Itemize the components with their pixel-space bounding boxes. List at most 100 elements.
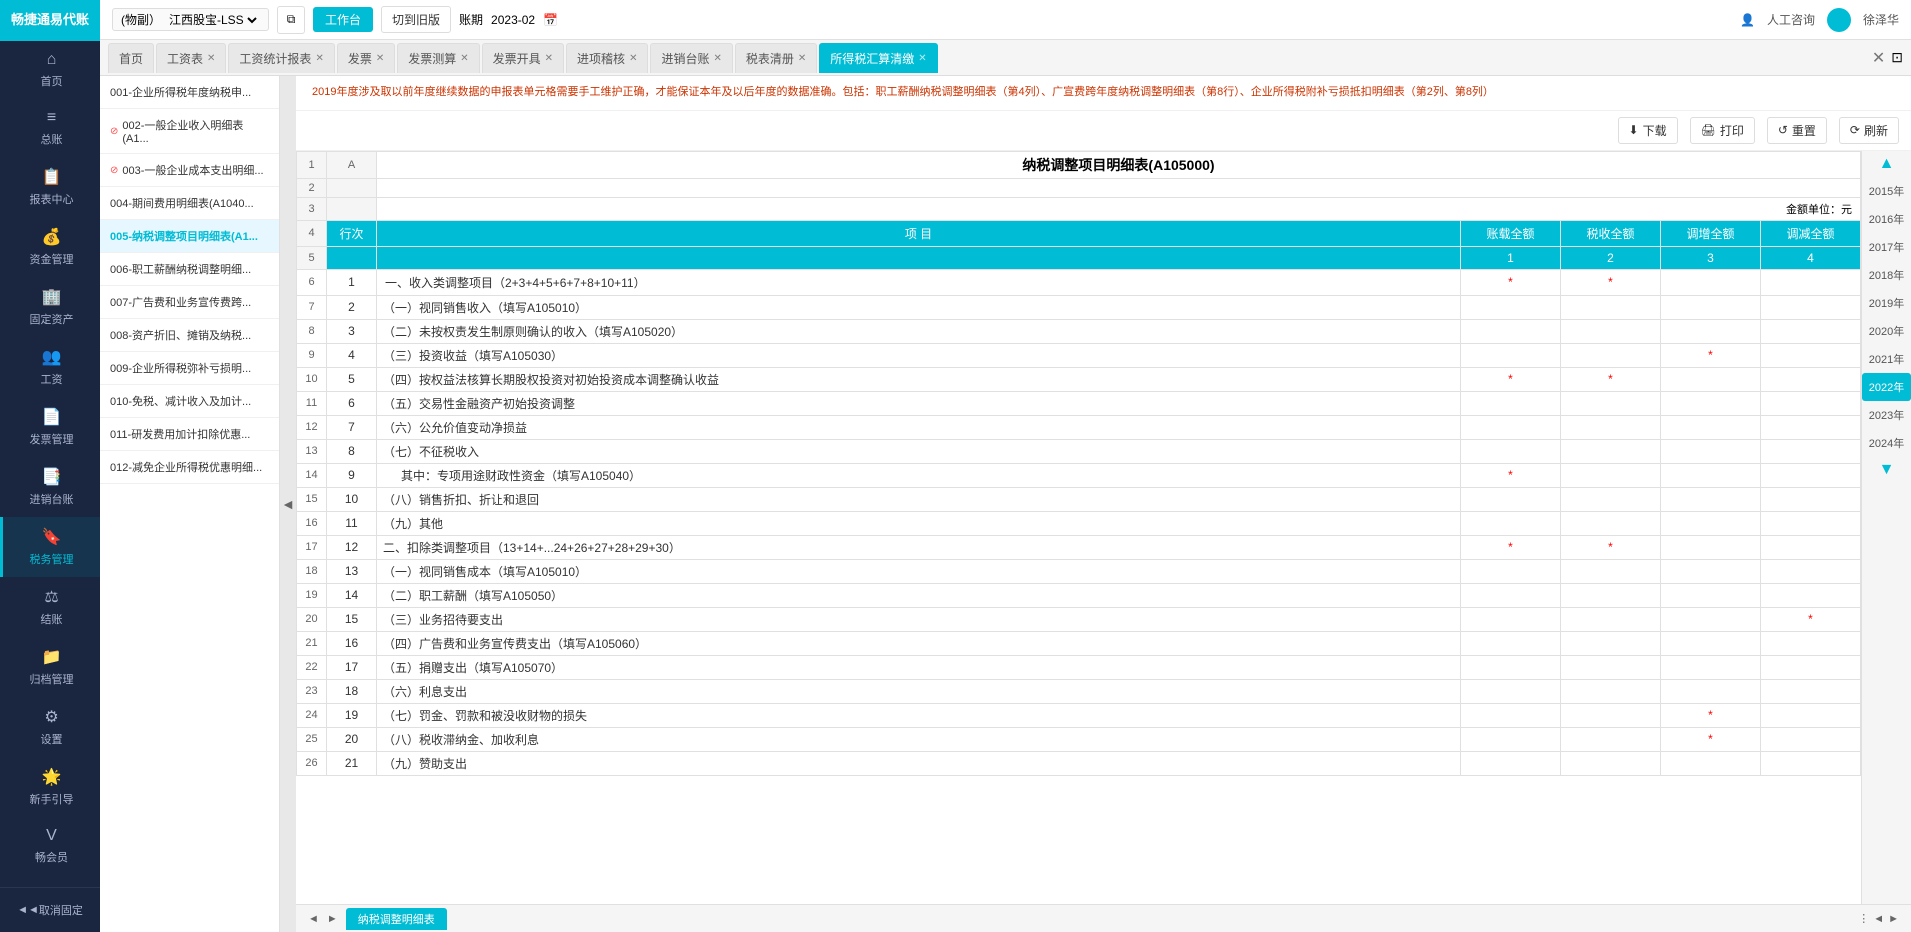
reduce-cell[interactable] — [1761, 391, 1861, 415]
sidebar-item-settings[interactable]: ⚙ 设置 — [0, 697, 100, 757]
book-cell[interactable] — [1461, 631, 1561, 655]
sidebar-item-archive[interactable]: 📁 归档管理 — [0, 637, 100, 697]
add-cell[interactable] — [1661, 269, 1761, 295]
nav-left-icon[interactable]: ◄ — [308, 913, 319, 925]
scroll-right-icon[interactable]: ► — [1888, 913, 1899, 925]
tab-invoice[interactable]: 发票 ✕ — [337, 43, 395, 73]
refresh-button[interactable]: ⟳ 刷新 — [1839, 117, 1899, 144]
book-cell[interactable]: * — [1461, 535, 1561, 559]
collapse-panel-button[interactable]: ◄ — [280, 76, 296, 932]
sidebar-item-tax[interactable]: 🔖 税务管理 — [0, 517, 100, 577]
reduce-cell[interactable] — [1761, 487, 1861, 511]
print-button[interactable]: 🖨 打印 — [1690, 117, 1755, 144]
tab-invoice-open[interactable]: 发票开具 ✕ — [482, 43, 564, 73]
item-cell[interactable]: （三）业务招待要支出 — [377, 607, 1461, 631]
download-button[interactable]: ⬇ 下载 — [1618, 117, 1678, 144]
add-cell[interactable] — [1661, 439, 1761, 463]
tax-cell[interactable] — [1561, 751, 1661, 775]
sidebar-item-home[interactable]: ⌂ 首页 — [0, 41, 100, 99]
reduce-cell[interactable] — [1761, 751, 1861, 775]
add-cell[interactable] — [1661, 463, 1761, 487]
item-cell[interactable]: （一）视同销售收入（填写A105010） — [377, 295, 1461, 319]
book-cell[interactable] — [1461, 583, 1561, 607]
add-cell[interactable] — [1661, 607, 1761, 631]
add-cell[interactable] — [1661, 367, 1761, 391]
tax-cell[interactable] — [1561, 343, 1661, 367]
item-cell[interactable]: （六）利息支出 — [377, 679, 1461, 703]
item-cell[interactable]: 二、扣除类调整项目（13+14+...24+26+27+28+29+30） — [377, 535, 1461, 559]
item-cell[interactable]: （八）销售折扣、折让和退回 — [377, 487, 1461, 511]
tab-input-audit[interactable]: 进项稽核 ✕ — [566, 43, 648, 73]
reduce-cell[interactable] — [1761, 415, 1861, 439]
add-cell[interactable] — [1661, 655, 1761, 679]
book-cell[interactable] — [1461, 439, 1561, 463]
tab-purchase-ledger[interactable]: 进销台账 ✕ — [650, 43, 732, 73]
tab-close-icon[interactable]: ✕ — [545, 53, 553, 64]
year-item-2018[interactable]: 2018年 — [1862, 261, 1911, 289]
add-cell[interactable] — [1661, 319, 1761, 343]
sidebar-item-asset[interactable]: 🏢 固定资产 — [0, 277, 100, 337]
year-scroll-down[interactable]: ▼ — [1862, 457, 1911, 483]
tax-cell[interactable] — [1561, 607, 1661, 631]
year-item-2015[interactable]: 2015年 — [1862, 177, 1911, 205]
tax-cell[interactable] — [1561, 415, 1661, 439]
close-all-tabs[interactable]: ✕ — [1872, 48, 1885, 68]
item-cell[interactable]: （八）税收滞纳金、加收利息 — [377, 727, 1461, 751]
add-cell[interactable] — [1661, 295, 1761, 319]
doc-item-011[interactable]: 011-研发费用加计扣除优惠... — [100, 418, 279, 451]
add-cell[interactable] — [1661, 391, 1761, 415]
sidebar-item-ledger[interactable]: ≡ 总账 — [0, 99, 100, 157]
scroll-left-icon[interactable]: ◄ — [1873, 913, 1884, 925]
tax-cell[interactable] — [1561, 439, 1661, 463]
doc-item-006[interactable]: 006-职工薪酬纳税调整明细... — [100, 253, 279, 286]
reduce-cell[interactable] — [1761, 295, 1861, 319]
tab-close-icon[interactable]: ✕ — [798, 53, 806, 64]
reduce-cell[interactable] — [1761, 559, 1861, 583]
book-cell[interactable] — [1461, 607, 1561, 631]
reduce-cell[interactable] — [1761, 727, 1861, 751]
item-cell[interactable]: （七）不征税收入 — [377, 439, 1461, 463]
tax-cell[interactable] — [1561, 727, 1661, 751]
item-cell[interactable]: （七）罚金、罚款和被没收财物的损失 — [377, 703, 1461, 727]
tax-cell[interactable] — [1561, 511, 1661, 535]
book-cell[interactable] — [1461, 559, 1561, 583]
tab-home[interactable]: 首页 — [108, 43, 154, 73]
add-cell[interactable] — [1661, 559, 1761, 583]
year-item-2022[interactable]: 2022年 — [1862, 373, 1911, 401]
sidebar-item-report[interactable]: 📋 报表中心 — [0, 157, 100, 217]
item-cell[interactable]: （二）职工薪酬（填写A105050） — [377, 583, 1461, 607]
book-cell[interactable] — [1461, 679, 1561, 703]
maximize-icon[interactable]: ⊡ — [1891, 49, 1903, 66]
add-cell[interactable]: * — [1661, 727, 1761, 751]
item-cell[interactable]: （四）广告费和业务宣传费支出（填写A105060） — [377, 631, 1461, 655]
tax-cell[interactable] — [1561, 583, 1661, 607]
book-cell[interactable] — [1461, 415, 1561, 439]
tax-cell[interactable] — [1561, 295, 1661, 319]
reduce-cell[interactable] — [1761, 583, 1861, 607]
tax-cell[interactable]: * — [1561, 535, 1661, 559]
tax-cell[interactable] — [1561, 631, 1661, 655]
item-cell[interactable]: （一）视同销售成本（填写A105010） — [377, 559, 1461, 583]
book-cell[interactable] — [1461, 751, 1561, 775]
reduce-cell[interactable] — [1761, 319, 1861, 343]
add-cell[interactable] — [1661, 535, 1761, 559]
book-cell[interactable] — [1461, 487, 1561, 511]
tab-close-icon[interactable]: ✕ — [460, 53, 468, 64]
add-cell[interactable]: * — [1661, 343, 1761, 367]
year-scroll-up[interactable]: ▲ — [1862, 151, 1911, 177]
sidebar-item-member[interactable]: V 畅会员 — [0, 817, 100, 875]
add-cell[interactable] — [1661, 511, 1761, 535]
item-cell[interactable]: 其中：专项用途财政性资金（填写A105040） — [377, 463, 1461, 487]
tab-income-tax[interactable]: 所得税汇算清缴 ✕ — [819, 43, 937, 73]
doc-item-004[interactable]: 004-期间费用明细表(A1040... — [100, 187, 279, 220]
tax-cell[interactable]: * — [1561, 269, 1661, 295]
tab-close-icon[interactable]: ✕ — [918, 53, 926, 64]
year-item-2017[interactable]: 2017年 — [1862, 233, 1911, 261]
doc-item-002[interactable]: ⊘ 002-一般企业收入明细表(A1... — [100, 109, 279, 154]
reduce-cell[interactable] — [1761, 367, 1861, 391]
add-cell[interactable] — [1661, 487, 1761, 511]
tax-cell[interactable]: * — [1561, 367, 1661, 391]
add-cell[interactable] — [1661, 751, 1761, 775]
book-cell[interactable] — [1461, 727, 1561, 751]
company-select[interactable]: 江西股宝-LSS — [165, 12, 260, 28]
